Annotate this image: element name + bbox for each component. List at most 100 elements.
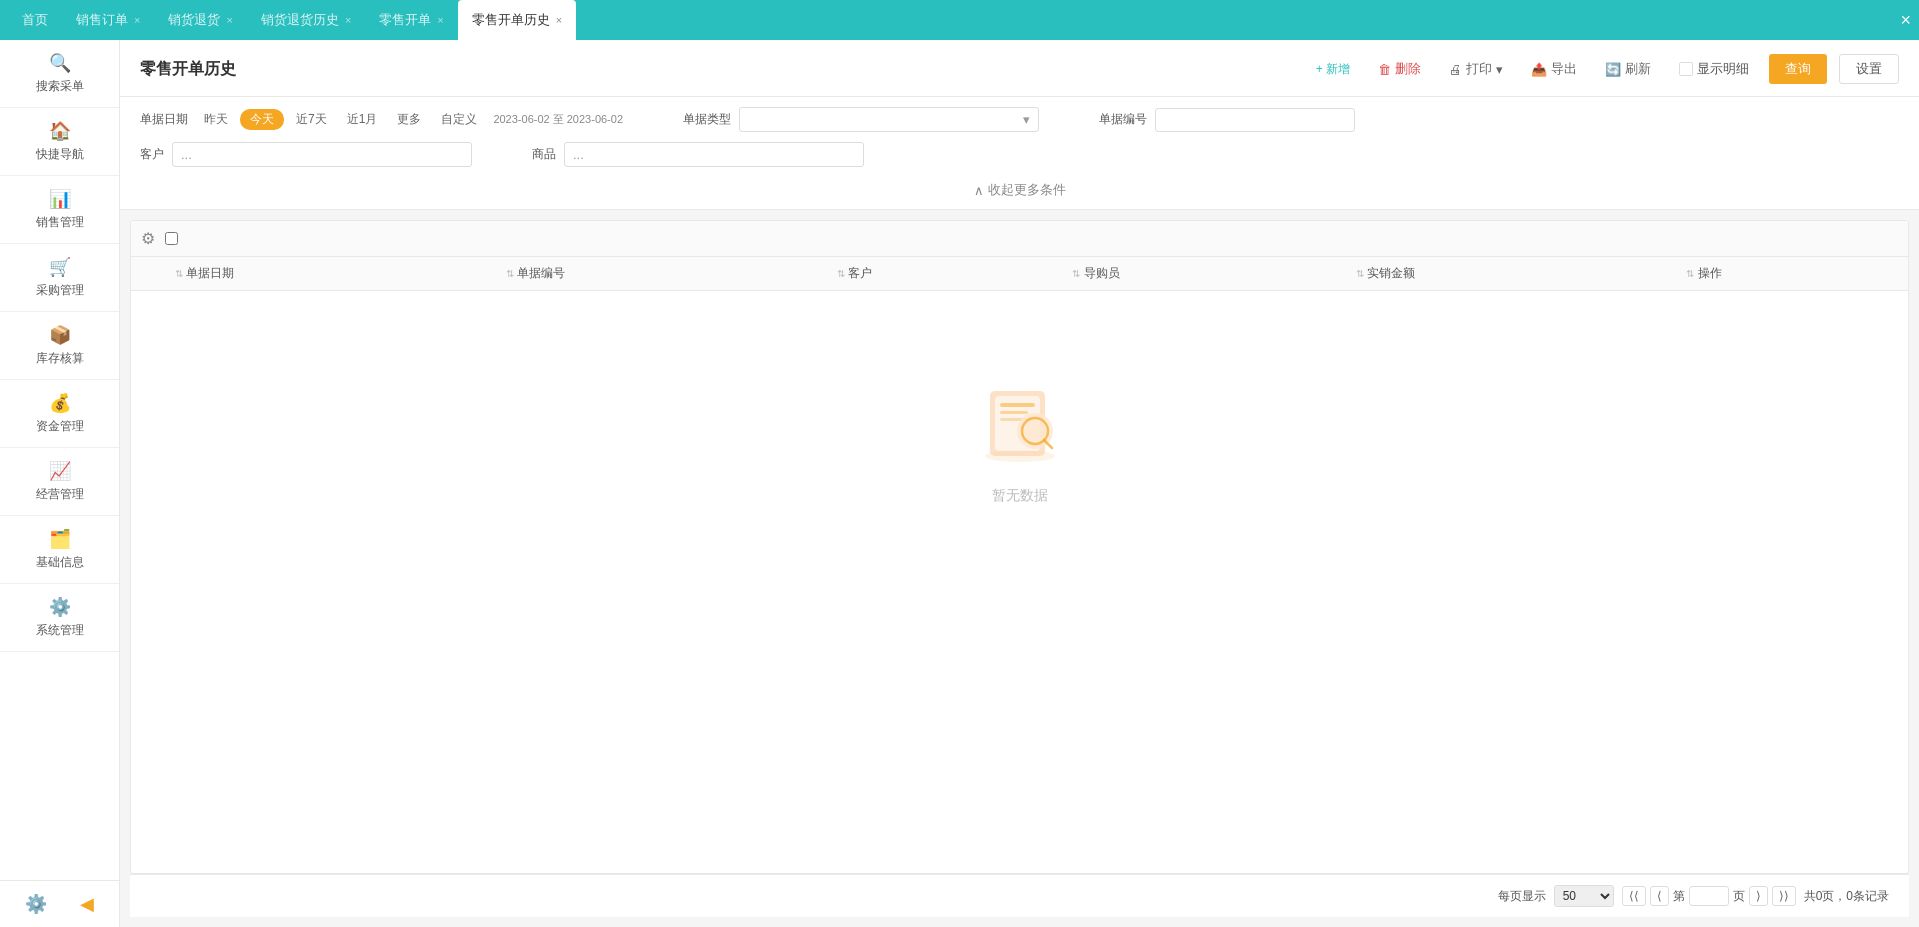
delete-label: 删除 [1395, 60, 1421, 78]
sidebar-label-sales: 销售管理 [36, 214, 84, 231]
tab-sales-return-history[interactable]: 销货退货历史× [247, 0, 365, 40]
tab-retail-open[interactable]: 零售开单× [365, 0, 457, 40]
client-label: 客户 [140, 146, 164, 163]
data-table: ⇅ 单据日期⇅ 单据编号⇅ 客户⇅ 导购员⇅ 实销金额⇅ 操作 [131, 257, 1908, 291]
collapse-button[interactable]: ∧ 收起更多条件 [974, 181, 1066, 199]
sidebar-item-search[interactable]: 🔍 搜索采单 [0, 40, 119, 108]
goods-label: 商品 [532, 146, 556, 163]
sidebar-bottom: ⚙️ ◀ [0, 880, 119, 927]
page-title-row: 零售开单历史 + 新增 🗑 删除 🖨 打印 ▾ 📤 导出 [140, 54, 1899, 84]
collapse-label: 收起更多条件 [988, 181, 1066, 199]
sidebar-label-nav: 快捷导航 [36, 146, 84, 163]
col-header-client[interactable]: ⇅ 客户 [823, 257, 1059, 291]
sidebar-item-purchase[interactable]: 🛒 采购管理 [0, 244, 119, 312]
table-settings-icon[interactable]: ⚙ [141, 229, 155, 248]
col-header-guide[interactable]: ⇅ 导购员 [1058, 257, 1341, 291]
add-button[interactable]: + 新增 [1308, 57, 1358, 82]
refresh-button[interactable]: 🔄 刷新 [1597, 56, 1659, 82]
goods-filter: 商品 ... [532, 142, 864, 167]
sidebar-icon-purchase: 🛒 [49, 256, 71, 278]
col-header-date[interactable]: ⇅ 单据日期 [161, 257, 492, 291]
collapse-icon[interactable]: ◀ [80, 893, 94, 915]
display-detail-button[interactable]: 显示明细 [1671, 56, 1757, 82]
sidebar-item-nav[interactable]: 🏠 快捷导航 [0, 108, 119, 176]
next-page-button[interactable]: ⟩ [1749, 886, 1768, 906]
date-filter: 单据日期 昨天今天近7天近1月更多自定义 2023-06-02 至 2023-0… [140, 109, 623, 130]
collapse-row: ∧ 收起更多条件 [140, 177, 1899, 199]
tab-close-retail-open-history[interactable]: × [556, 14, 562, 26]
query-button[interactable]: 查询 [1769, 54, 1827, 84]
sort-icon-guide: ⇅ [1072, 268, 1080, 279]
top-bar-actions: × [1892, 10, 1911, 31]
page-input[interactable]: 1 [1689, 886, 1729, 906]
svg-rect-4 [1000, 411, 1028, 414]
num-input[interactable] [1155, 108, 1355, 132]
tab-list: 首页销售订单×销货退货×销货退货历史×零售开单×零售开单历史× [8, 0, 1892, 40]
sort-icon-date: ⇅ [175, 268, 183, 279]
date-btn-近1月[interactable]: 近1月 [339, 109, 386, 130]
tab-home[interactable]: 首页 [8, 0, 62, 40]
tab-retail-open-history[interactable]: 零售开单历史 × [458, 0, 576, 40]
per-page-select[interactable]: 50 100 200 [1554, 885, 1614, 907]
date-btn-近7天[interactable]: 近7天 [288, 109, 335, 130]
first-page-button[interactable]: ⟨⟨ [1622, 886, 1646, 906]
sidebar-label-basic: 基础信息 [36, 554, 84, 571]
type-select[interactable]: ▾ [739, 107, 1039, 132]
sort-icon-action: ⇅ [1686, 268, 1694, 279]
tab-label-retail-open-history: 零售开单历史 [472, 11, 550, 29]
delete-button[interactable]: 🗑 删除 [1370, 56, 1429, 82]
sidebar-label-search: 搜索采单 [36, 78, 84, 95]
select-all-checkbox[interactable] [165, 232, 178, 245]
date-btn-昨天[interactable]: 昨天 [196, 109, 236, 130]
date-btn-更多[interactable]: 更多 [389, 109, 429, 130]
empty-state: 暂无数据 [131, 291, 1908, 585]
print-button[interactable]: 🖨 打印 ▾ [1441, 56, 1511, 82]
settings-icon[interactable]: ⚙️ [25, 893, 47, 915]
delete-icon: 🗑 [1378, 62, 1391, 77]
tab-label-sales-return: 销货退货 [168, 11, 220, 29]
settings-button[interactable]: 设置 [1839, 54, 1899, 84]
display-checkbox[interactable] [1679, 62, 1693, 76]
svg-rect-3 [1000, 403, 1035, 407]
sidebar-item-operation[interactable]: 📈 经营管理 [0, 448, 119, 516]
goods-input[interactable]: ... [564, 142, 864, 167]
filter-row-1: 单据日期 昨天今天近7天近1月更多自定义 2023-06-02 至 2023-0… [140, 107, 1899, 132]
export-label: 导出 [1551, 60, 1577, 78]
tab-sales-order[interactable]: 销售订单 × [62, 0, 154, 40]
sidebar-item-inventory[interactable]: 📦 库存核算 [0, 312, 119, 380]
date-btn-今天[interactable]: 今天 [240, 109, 284, 130]
sidebar-item-sales[interactable]: 📊 销售管理 [0, 176, 119, 244]
tab-label-sales-order: 销售订单 [76, 11, 128, 29]
prev-page-button[interactable]: ⟨ [1650, 886, 1669, 906]
last-page-button[interactable]: ⟩⟩ [1772, 886, 1796, 906]
tab-close-retail-open[interactable]: × [437, 14, 443, 26]
sidebar-item-finance[interactable]: 💰 资金管理 [0, 380, 119, 448]
sidebar-item-system[interactable]: ⚙️ 系统管理 [0, 584, 119, 652]
date-btn-自定义[interactable]: 自定义 [433, 109, 485, 130]
export-button[interactable]: 📤 导出 [1523, 56, 1585, 82]
window-close-button[interactable]: × [1900, 10, 1911, 31]
type-select-chevron: ▾ [1023, 112, 1030, 127]
sidebar-label-system: 系统管理 [36, 622, 84, 639]
client-input[interactable]: ... [172, 142, 472, 167]
col-header-action[interactable]: ⇅ 操作 [1672, 257, 1908, 291]
table-container: ⚙ ⇅ 单据日期⇅ 单据编号⇅ 客户⇅ 导购员⇅ 实销金额⇅ 操作 [130, 220, 1909, 874]
filter-row-2: 客户 ... 商品 ... [140, 142, 1899, 167]
tab-close-sales-return[interactable]: × [226, 14, 232, 26]
type-label: 单据类型 [683, 111, 731, 128]
sidebar-label-operation: 经营管理 [36, 486, 84, 503]
col-header-amount[interactable]: ⇅ 实销金额 [1342, 257, 1673, 291]
tab-close-sales-return-history[interactable]: × [345, 14, 351, 26]
col-header-num[interactable]: ⇅ 单据编号 [492, 257, 823, 291]
date-label: 单据日期 [140, 111, 188, 128]
table-header: ⇅ 单据日期⇅ 单据编号⇅ 客户⇅ 导购员⇅ 实销金额⇅ 操作 [131, 257, 1908, 291]
sidebar-items: 🔍 搜索采单 🏠 快捷导航 📊 销售管理 🛒 采购管理 📦 库存核算 💰 资金管… [0, 40, 119, 652]
print-chevron-icon: ▾ [1496, 62, 1503, 77]
tab-close-sales-order[interactable]: × [134, 14, 140, 26]
sidebar-item-basic[interactable]: 🗂️ 基础信息 [0, 516, 119, 584]
tab-sales-return[interactable]: 销货退货 × [154, 0, 246, 40]
sidebar: 🔍 搜索采单 🏠 快捷导航 📊 销售管理 🛒 采购管理 📦 库存核算 💰 资金管… [0, 40, 120, 927]
tab-label-home: 首页 [22, 11, 48, 29]
sidebar-icon-basic: 🗂️ [49, 528, 71, 550]
sidebar-label-inventory: 库存核算 [36, 350, 84, 367]
